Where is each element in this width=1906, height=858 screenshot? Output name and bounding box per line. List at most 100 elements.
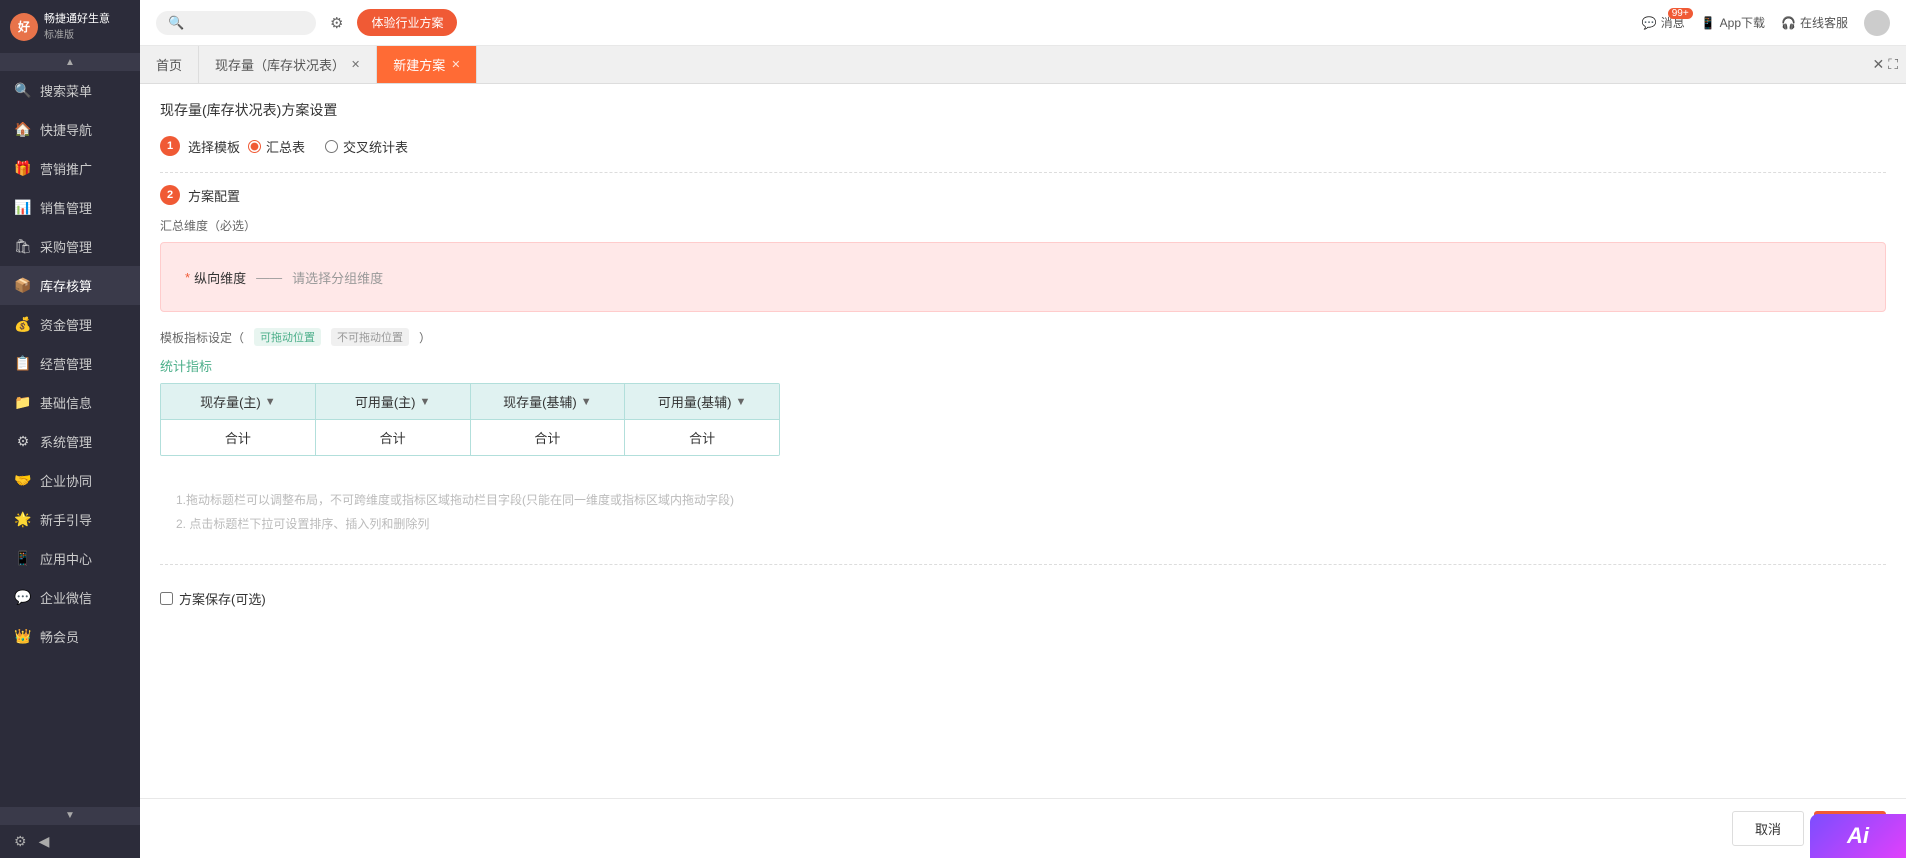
stats-col-2-header[interactable]: 现存量(基辅) ▼ bbox=[471, 384, 625, 419]
header-left: 🔍 ⚙ 体验行业方案 bbox=[156, 9, 457, 36]
logo-text-block: 畅捷通好生意 标准版 bbox=[44, 12, 110, 41]
search-bar-icon: 🔍 bbox=[168, 15, 184, 31]
customer-service-icon: 🎧 bbox=[1781, 16, 1796, 30]
member-icon: 👑 bbox=[14, 628, 32, 646]
window-close-button[interactable]: ✕ bbox=[1872, 56, 1884, 73]
sidebar-scroll-down[interactable]: ▼ bbox=[0, 807, 140, 824]
stats-col-1-dropdown-icon[interactable]: ▼ bbox=[420, 396, 431, 408]
dimension-section-label: 汇总维度（必选） bbox=[160, 217, 1886, 234]
header-right: 💬 消息 99+ 📱 App下载 🎧 在线客服 bbox=[1642, 10, 1890, 36]
sidebar-item-guide[interactable]: 🌟 新手引导 bbox=[0, 500, 140, 539]
user-avatar[interactable] bbox=[1864, 10, 1890, 36]
stats-col-0-dropdown-icon[interactable]: ▼ bbox=[265, 396, 276, 408]
stats-col-3-header[interactable]: 可用量(基辅) ▼ bbox=[625, 384, 779, 419]
stats-col-2-dropdown-icon[interactable]: ▼ bbox=[581, 396, 592, 408]
guide-icon: 🌟 bbox=[14, 511, 32, 529]
tab-inventory-status[interactable]: 现存量（库存状况表） ✕ bbox=[199, 46, 377, 83]
sidebar-item-finance[interactable]: 💰 资金管理 bbox=[0, 305, 140, 344]
tips-section: 1.拖动标题栏可以调整布局，不可跨维度或指标区域拖动栏目字段(只能在同一维度或指… bbox=[160, 476, 1886, 548]
header-search-bar[interactable]: 🔍 bbox=[156, 11, 316, 35]
step-divider-1 bbox=[160, 172, 1886, 173]
tab-new-scheme-close-icon[interactable]: ✕ bbox=[451, 58, 460, 71]
indicator-label-text: 模板指标设定（ bbox=[160, 329, 244, 346]
save-option-label[interactable]: 方案保存(可选) bbox=[179, 589, 266, 608]
basic-icon: 📁 bbox=[14, 394, 32, 412]
tips-item-1: 2. 点击标题栏下拉可设置排序、插入列和删除列 bbox=[176, 512, 1870, 536]
sidebar-item-marketing[interactable]: 🎁 营销推广 bbox=[0, 149, 140, 188]
stats-table-header: 现存量(主) ▼ 合计 可用量(主) ▼ 合计 bbox=[161, 384, 779, 455]
app-download-action[interactable]: 📱 App下载 bbox=[1701, 14, 1765, 31]
app-download-icon: 📱 bbox=[1701, 16, 1716, 30]
sidebar-item-apps[interactable]: 📱 应用中心 bbox=[0, 539, 140, 578]
stats-col-3-dropdown-icon[interactable]: ▼ bbox=[736, 396, 747, 408]
stats-section: 统计指标 现存量(主) ▼ 合计 可用量(主) bbox=[160, 356, 1886, 456]
message-action[interactable]: 💬 消息 99+ bbox=[1642, 14, 1685, 31]
message-icon: 💬 bbox=[1642, 16, 1657, 30]
dimension-box[interactable]: * 纵向维度 —— 请选择分组维度 bbox=[160, 242, 1886, 312]
draggable-badge: 可拖动位置 bbox=[254, 328, 321, 346]
sidebar-item-search[interactable]: 🔍 搜索菜单 bbox=[0, 71, 140, 110]
sidebar-item-company[interactable]: 🤝 企业协同 bbox=[0, 461, 140, 500]
sidebar-item-purchase[interactable]: 🛍 采购管理 bbox=[0, 227, 140, 266]
sidebar-item-sales-label: 销售管理 bbox=[40, 198, 92, 217]
tab-home[interactable]: 首页 bbox=[140, 46, 199, 83]
stats-col-2-header-label: 现存量(基辅) bbox=[503, 392, 577, 411]
collapse-icon[interactable]: ◀ bbox=[39, 833, 50, 850]
tips-item-1-text: 2. 点击标题栏下拉可设置排序、插入列和删除列 bbox=[176, 517, 429, 531]
sidebar-item-inventory-label: 库存核算 bbox=[40, 276, 92, 295]
tab-new-scheme[interactable]: 新建方案 ✕ bbox=[377, 46, 477, 83]
gift-icon: 🎁 bbox=[14, 160, 32, 178]
radio-summary[interactable]: 汇总表 bbox=[248, 137, 305, 156]
stats-col-1-body: 合计 bbox=[316, 419, 470, 455]
wechat-icon: 💬 bbox=[14, 589, 32, 607]
message-badge: 99+ bbox=[1668, 8, 1693, 19]
stats-col-2: 现存量(基辅) ▼ 合计 bbox=[471, 384, 626, 455]
sidebar-item-member[interactable]: 👑 畅会员 bbox=[0, 617, 140, 656]
stats-col-0-header-label: 现存量(主) bbox=[200, 392, 261, 411]
radio-cross-input[interactable] bbox=[325, 140, 338, 153]
company-icon: 🤝 bbox=[14, 472, 32, 490]
indicator-config-label: 模板指标设定（ 可拖动位置 不可拖动位置 ） bbox=[160, 328, 1886, 346]
cancel-button[interactable]: 取消 bbox=[1732, 811, 1804, 846]
try-industry-button[interactable]: 体验行业方案 bbox=[357, 9, 457, 36]
logo-app-name: 畅捷通好生意 bbox=[44, 12, 110, 26]
stats-col-0-header[interactable]: 现存量(主) ▼ bbox=[161, 384, 315, 419]
sidebar-logo: 好 畅捷通好生意 标准版 bbox=[0, 0, 140, 54]
logo-sub: 标准版 bbox=[44, 26, 110, 41]
radio-summary-input[interactable] bbox=[248, 140, 261, 153]
step2-title: 方案配置 bbox=[188, 186, 240, 205]
stats-col-1-header[interactable]: 可用量(主) ▼ bbox=[316, 384, 470, 419]
purchase-icon: 🛍 bbox=[14, 238, 32, 256]
inventory-icon: 📦 bbox=[14, 277, 32, 295]
sidebar-item-wechat-label: 企业微信 bbox=[40, 588, 92, 607]
tab-inventory-close-icon[interactable]: ✕ bbox=[351, 58, 360, 71]
tab-inventory-status-label: 现存量（库存状况表） bbox=[215, 55, 345, 74]
stats-col-1: 可用量(主) ▼ 合计 bbox=[316, 384, 471, 455]
sidebar-item-sales[interactable]: 📊 销售管理 bbox=[0, 188, 140, 227]
sidebar-item-business[interactable]: 📋 经营管理 bbox=[0, 344, 140, 383]
sidebar-item-basic[interactable]: 📁 基础信息 bbox=[0, 383, 140, 422]
sidebar-item-shortcut[interactable]: 🏠 快捷导航 bbox=[0, 110, 140, 149]
search-input[interactable] bbox=[190, 16, 304, 30]
sidebar-item-system-label: 系统管理 bbox=[40, 432, 92, 451]
save-checkbox[interactable] bbox=[160, 592, 173, 605]
customer-service-action[interactable]: 🎧 在线客服 bbox=[1781, 14, 1848, 31]
gear-button[interactable]: ⚙ bbox=[326, 10, 347, 36]
sidebar-item-wechat[interactable]: 💬 企业微信 bbox=[0, 578, 140, 617]
window-expand-button[interactable]: ⛶ bbox=[1888, 56, 1898, 73]
stats-col-3: 可用量(基辅) ▼ 合计 bbox=[625, 384, 779, 455]
dimension-dash: —— bbox=[256, 270, 282, 285]
sidebar-item-apps-label: 应用中心 bbox=[40, 549, 92, 568]
ai-badge[interactable]: Ai bbox=[1810, 814, 1906, 858]
logo-icon: 好 bbox=[10, 13, 38, 41]
sidebar-item-member-label: 畅会员 bbox=[40, 627, 79, 646]
step2-section: 2 方案配置 汇总维度（必选） * 纵向维度 —— 请选择分组维度 模板指标设定… bbox=[160, 185, 1886, 548]
radio-cross[interactable]: 交叉统计表 bbox=[325, 137, 408, 156]
sidebar-item-inventory[interactable]: 📦 库存核算 bbox=[0, 266, 140, 305]
app-download-label: App下载 bbox=[1720, 14, 1765, 31]
sidebar-item-system[interactable]: ⚙ 系统管理 bbox=[0, 422, 140, 461]
indicator-label-suffix: ） bbox=[419, 329, 431, 346]
sidebar-scroll-up[interactable]: ▲ bbox=[0, 54, 140, 71]
top-header: 🔍 ⚙ 体验行业方案 💬 消息 99+ 📱 App下载 🎧 在线客服 bbox=[140, 0, 1906, 46]
settings-icon[interactable]: ⚙ bbox=[14, 833, 27, 850]
